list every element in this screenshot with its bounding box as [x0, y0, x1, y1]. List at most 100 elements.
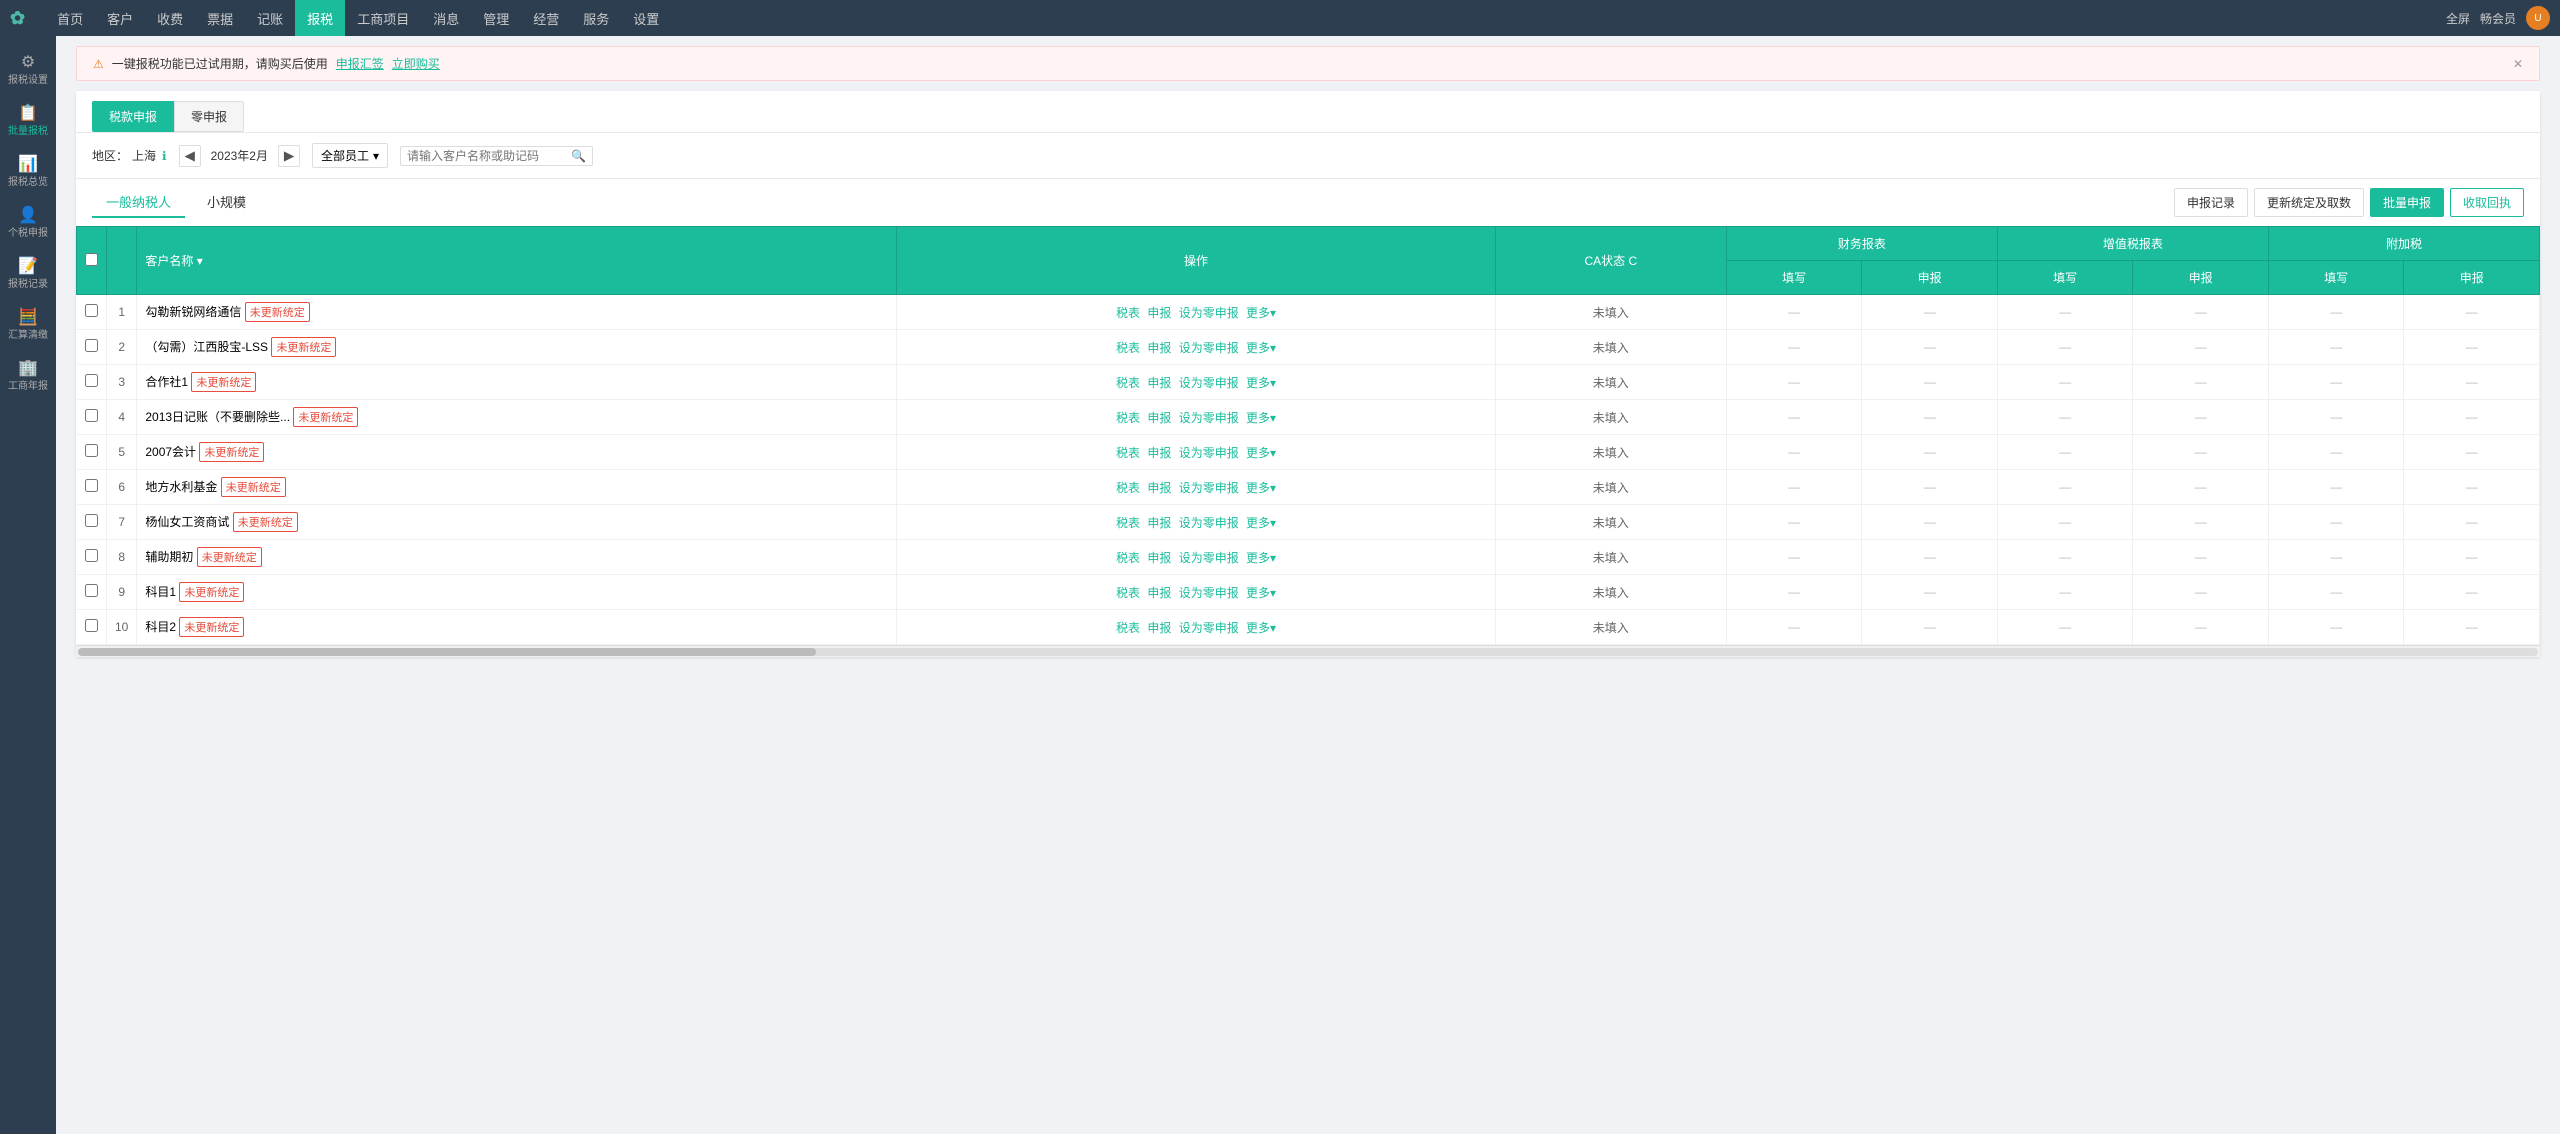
nav-item-收费[interactable]: 收费 — [145, 0, 195, 36]
op-1[interactable]: 申报 — [1147, 376, 1171, 390]
row-checkbox[interactable] — [85, 409, 98, 422]
op-1[interactable]: 申报 — [1147, 516, 1171, 530]
prev-month-btn[interactable]: ◀ — [179, 145, 201, 167]
op-0[interactable]: 税表 — [1116, 341, 1140, 355]
update-statistics-btn[interactable]: 更新统定及取数 — [2254, 188, 2364, 217]
sidebar-item-个税申报[interactable]: 👤个税申报 — [0, 197, 56, 248]
op-1[interactable]: 申报 — [1147, 411, 1171, 425]
op-3[interactable]: 更多▾ — [1246, 306, 1276, 320]
member-btn[interactable]: 畅会员 — [2480, 10, 2516, 27]
nav-item-设置[interactable]: 设置 — [621, 0, 671, 36]
op-2[interactable]: 设为零申报 — [1179, 411, 1239, 425]
sidebar-item-汇算清缴[interactable]: 🧮汇算清缴 — [0, 299, 56, 350]
nav-item-工商项目[interactable]: 工商项目 — [345, 0, 421, 36]
op-2[interactable]: 设为零申报 — [1179, 516, 1239, 530]
op-3[interactable]: 更多▾ — [1246, 446, 1276, 460]
row-checkbox[interactable] — [85, 444, 98, 457]
row-checkbox[interactable] — [85, 549, 98, 562]
declaration-record-btn[interactable]: 申报记录 — [2174, 188, 2248, 217]
nav-item-经营[interactable]: 经营 — [521, 0, 571, 36]
tab-general-taxpayer[interactable]: 一般纳税人 — [92, 187, 185, 218]
op-3[interactable]: 更多▾ — [1246, 551, 1276, 565]
op-1[interactable]: 申报 — [1147, 551, 1171, 565]
tab-small-scale[interactable]: 小规模 — [193, 187, 260, 218]
nav-item-服务[interactable]: 服务 — [571, 0, 621, 36]
op-3[interactable]: 更多▾ — [1246, 516, 1276, 530]
op-0[interactable]: 税表 — [1116, 621, 1140, 635]
row-t-report: — — [2133, 365, 2269, 400]
nav-item-首页[interactable]: 首页 — [45, 0, 95, 36]
op-3[interactable]: 更多▾ — [1246, 621, 1276, 635]
nav-item-票据[interactable]: 票据 — [195, 0, 245, 36]
tab-zero-declaration[interactable]: 零申报 — [174, 101, 244, 132]
op-0[interactable]: 税表 — [1116, 586, 1140, 600]
op-0[interactable]: 税表 — [1116, 446, 1140, 460]
op-2[interactable]: 设为零申报 — [1179, 376, 1239, 390]
row-checkbox[interactable] — [85, 339, 98, 352]
op-3[interactable]: 更多▾ — [1246, 481, 1276, 495]
fullscreen-btn[interactable]: 全屏 — [2446, 10, 2470, 27]
op-1[interactable]: 申报 — [1147, 446, 1171, 460]
op-2[interactable]: 设为零申报 — [1179, 621, 1239, 635]
row-operations: 税表 申报 设为零申报 更多▾ — [897, 365, 1495, 400]
op-1[interactable]: 申报 — [1147, 586, 1171, 600]
notif-link1[interactable]: 申报汇签 — [336, 55, 384, 72]
tab-tax-declaration[interactable]: 税款申报 — [92, 101, 174, 132]
op-2[interactable]: 设为零申报 — [1179, 306, 1239, 320]
nav-item-报税[interactable]: 报税 — [295, 0, 345, 36]
horizontal-scrollbar[interactable] — [76, 645, 2540, 657]
op-1[interactable]: 申报 — [1147, 306, 1171, 320]
row-checkbox-cell — [77, 400, 107, 435]
op-0[interactable]: 税表 — [1116, 516, 1140, 530]
op-1[interactable]: 申报 — [1147, 341, 1171, 355]
op-2[interactable]: 设为零申报 — [1179, 586, 1239, 600]
row-checkbox[interactable] — [85, 304, 98, 317]
next-month-btn[interactable]: ▶ — [278, 145, 300, 167]
nav-item-消息[interactable]: 消息 — [421, 0, 471, 36]
op-1[interactable]: 申报 — [1147, 621, 1171, 635]
row-checkbox[interactable] — [85, 374, 98, 387]
select-all-checkbox[interactable] — [85, 253, 98, 266]
nav-item-管理[interactable]: 管理 — [471, 0, 521, 36]
tax-report-header: 增值税报表 — [1997, 227, 2268, 261]
sidebar-item-工商年报[interactable]: 🏢工商年报 — [0, 350, 56, 401]
op-0[interactable]: 税表 — [1116, 481, 1140, 495]
sidebar-item-报税记录[interactable]: 📝报税记录 — [0, 248, 56, 299]
search-input[interactable] — [407, 149, 567, 163]
nav-item-客户[interactable]: 客户 — [95, 0, 145, 36]
row-num: 5 — [107, 435, 137, 470]
op-3[interactable]: 更多▾ — [1246, 376, 1276, 390]
nav-item-记账[interactable]: 记账 — [245, 0, 295, 36]
row-checkbox[interactable] — [85, 619, 98, 632]
op-2[interactable]: 设为零申报 — [1179, 551, 1239, 565]
row-a-fill: — — [2268, 575, 2404, 610]
table-row: 1 勾勒新锐网络通信 未更新统定 税表 申报 设为零申报 更多▾ 未填入 — —… — [77, 295, 2540, 330]
close-icon[interactable]: ✕ — [2513, 57, 2523, 71]
notif-link2[interactable]: 立即购买 — [392, 55, 440, 72]
sidebar-item-报税设置[interactable]: ⚙报税设置 — [0, 44, 56, 95]
op-2[interactable]: 设为零申报 — [1179, 481, 1239, 495]
op-0[interactable]: 税表 — [1116, 551, 1140, 565]
search-icon[interactable]: 🔍 — [571, 149, 586, 163]
row-checkbox[interactable] — [85, 514, 98, 527]
op-0[interactable]: 税表 — [1116, 376, 1140, 390]
row-checkbox[interactable] — [85, 584, 98, 597]
region-value[interactable]: 上海 — [132, 147, 156, 164]
op-0[interactable]: 税表 — [1116, 306, 1140, 320]
op-3[interactable]: 更多▾ — [1246, 586, 1276, 600]
op-2[interactable]: 设为零申报 — [1179, 446, 1239, 460]
sidebar-item-报税总览[interactable]: 📊报税总览 — [0, 146, 56, 197]
op-1[interactable]: 申报 — [1147, 481, 1171, 495]
op-3[interactable]: 更多▾ — [1246, 341, 1276, 355]
batch-declare-btn[interactable]: 批量申报 — [2370, 188, 2444, 217]
additional-tax-header: 附加税 — [2268, 227, 2539, 261]
employee-selector[interactable]: 全部员工 ▾ — [312, 143, 388, 168]
op-0[interactable]: 税表 — [1116, 411, 1140, 425]
op-2[interactable]: 设为零申报 — [1179, 341, 1239, 355]
avatar[interactable]: U — [2526, 6, 2550, 30]
collect-receipt-btn[interactable]: 收取回执 — [2450, 188, 2524, 217]
scrollbar-thumb[interactable] — [78, 648, 816, 656]
op-3[interactable]: 更多▾ — [1246, 411, 1276, 425]
row-checkbox[interactable] — [85, 479, 98, 492]
sidebar-item-批量报税[interactable]: 📋批量报税 — [0, 95, 56, 146]
